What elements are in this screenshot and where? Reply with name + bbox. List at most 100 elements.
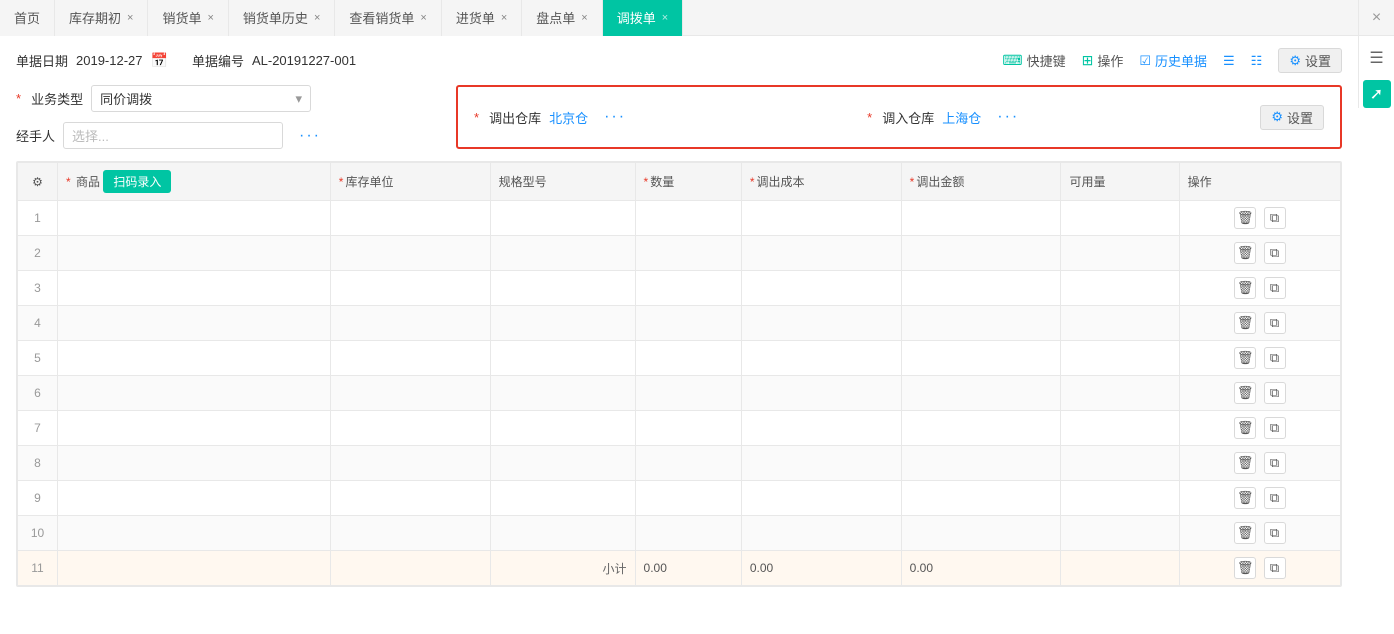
available-cell-10[interactable] [1061, 516, 1179, 551]
close-inventory-init-icon[interactable]: × [127, 12, 133, 24]
delete-row-icon-7[interactable]: 🗑 [1234, 417, 1256, 439]
quantity-cell-6[interactable] [635, 376, 741, 411]
settings-button[interactable]: ⚙ 设置 [1278, 48, 1342, 73]
close-view-sales-icon[interactable]: × [420, 12, 426, 24]
product-cell-6[interactable] [58, 376, 331, 411]
product-cell-3[interactable] [58, 271, 331, 306]
transfer-amount-cell-10[interactable] [901, 516, 1061, 551]
quantity-cell-4[interactable] [635, 306, 741, 341]
product-cell-8[interactable] [58, 446, 331, 481]
transfer-cost-cell-3[interactable] [741, 271, 901, 306]
unit-cell-1[interactable] [330, 201, 490, 236]
copy-row-icon-7[interactable]: ⧉ [1264, 417, 1286, 439]
scan-entry-button[interactable]: 扫码录入 [103, 170, 171, 193]
transfer-out-more-icon[interactable]: ··· [604, 108, 626, 126]
transfer-amount-cell-6[interactable] [901, 376, 1061, 411]
delete-row-icon-10[interactable]: 🗑 [1234, 522, 1256, 544]
delete-row-icon-6[interactable]: 🗑 [1234, 382, 1256, 404]
close-transfer-order-icon[interactable]: × [662, 12, 668, 24]
transfer-cost-cell-6[interactable] [741, 376, 901, 411]
transfer-cost-cell-7[interactable] [741, 411, 901, 446]
close-sales-history-icon[interactable]: × [314, 12, 320, 24]
available-cell-1[interactable] [1061, 201, 1179, 236]
quantity-cell-2[interactable] [635, 236, 741, 271]
available-cell-7[interactable] [1061, 411, 1179, 446]
sidebar-expand-icon[interactable]: ➚ [1363, 80, 1391, 108]
transfer-cost-cell-1[interactable] [741, 201, 901, 236]
transfer-amount-cell-2[interactable] [901, 236, 1061, 271]
spec-cell-2[interactable] [490, 236, 635, 271]
quantity-cell-3[interactable] [635, 271, 741, 306]
tab-transfer-order[interactable]: 调拨单 × [603, 0, 683, 36]
layout-grid-button[interactable]: ☷ [1251, 53, 1263, 69]
spec-cell-1[interactable] [490, 201, 635, 236]
operations-button[interactable]: ⊞ 操作 [1082, 51, 1124, 70]
transfer-amount-cell-9[interactable] [901, 481, 1061, 516]
spec-cell-6[interactable] [490, 376, 635, 411]
delete-row-icon-1[interactable]: 🗑 [1234, 207, 1256, 229]
unit-cell-9[interactable] [330, 481, 490, 516]
quantity-cell-9[interactable] [635, 481, 741, 516]
available-cell-8[interactable] [1061, 446, 1179, 481]
transfer-cost-cell-4[interactable] [741, 306, 901, 341]
copy-row-icon-2[interactable]: ⧉ [1264, 242, 1286, 264]
close-sales-order-icon[interactable]: × [207, 12, 213, 24]
calendar-icon[interactable]: 📅 [151, 52, 168, 69]
person-select[interactable]: 选择... [63, 122, 283, 149]
subtotal-delete-icon[interactable]: 🗑 [1234, 557, 1256, 579]
copy-row-icon-1[interactable]: ⧉ [1264, 207, 1286, 229]
spec-cell-9[interactable] [490, 481, 635, 516]
available-cell-3[interactable] [1061, 271, 1179, 306]
warehouse-settings-button[interactable]: ⚙ 设置 [1260, 105, 1324, 130]
product-cell-4[interactable] [58, 306, 331, 341]
unit-cell-2[interactable] [330, 236, 490, 271]
close-inventory-check-icon[interactable]: × [581, 12, 587, 24]
unit-cell-10[interactable] [330, 516, 490, 551]
spec-cell-8[interactable] [490, 446, 635, 481]
quantity-cell-1[interactable] [635, 201, 741, 236]
person-more-icon[interactable]: ··· [299, 127, 321, 145]
spec-cell-10[interactable] [490, 516, 635, 551]
unit-cell-7[interactable] [330, 411, 490, 446]
product-cell-10[interactable] [58, 516, 331, 551]
quantity-cell-5[interactable] [635, 341, 741, 376]
quantity-cell-8[interactable] [635, 446, 741, 481]
delete-row-icon-4[interactable]: 🗑 [1234, 312, 1256, 334]
transfer-cost-cell-9[interactable] [741, 481, 901, 516]
delete-row-icon-8[interactable]: 🗑 [1234, 452, 1256, 474]
quantity-cell-10[interactable] [635, 516, 741, 551]
tab-inventory-init[interactable]: 库存期初 × [55, 0, 148, 36]
history-button[interactable]: ☑ 历史单据 [1139, 51, 1207, 70]
spec-cell-3[interactable] [490, 271, 635, 306]
tab-sales-order[interactable]: 销货单 × [148, 0, 228, 36]
copy-row-icon-3[interactable]: ⧉ [1264, 277, 1286, 299]
product-cell-5[interactable] [58, 341, 331, 376]
product-cell-7[interactable] [58, 411, 331, 446]
transfer-cost-cell-5[interactable] [741, 341, 901, 376]
tab-sales-history[interactable]: 销货单历史 × [229, 0, 335, 36]
transfer-cost-cell-10[interactable] [741, 516, 901, 551]
product-cell-9[interactable] [58, 481, 331, 516]
delete-row-icon-2[interactable]: 🗑 [1234, 242, 1256, 264]
unit-cell-5[interactable] [330, 341, 490, 376]
copy-row-icon-6[interactable]: ⧉ [1264, 382, 1286, 404]
transfer-cost-cell-2[interactable] [741, 236, 901, 271]
close-purchase-order-icon[interactable]: × [501, 12, 507, 24]
delete-row-icon-5[interactable]: 🗑 [1234, 347, 1256, 369]
delete-row-icon-9[interactable]: 🗑 [1234, 487, 1256, 509]
tab-view-sales[interactable]: 查看销货单 × [335, 0, 441, 36]
available-cell-6[interactable] [1061, 376, 1179, 411]
copy-row-icon-9[interactable]: ⧉ [1264, 487, 1286, 509]
transfer-in-more-icon[interactable]: ··· [997, 108, 1019, 126]
quantity-cell-7[interactable] [635, 411, 741, 446]
unit-cell-8[interactable] [330, 446, 490, 481]
product-cell-1[interactable] [58, 201, 331, 236]
spec-cell-7[interactable] [490, 411, 635, 446]
transfer-amount-cell-8[interactable] [901, 446, 1061, 481]
product-cell-2[interactable] [58, 236, 331, 271]
transfer-amount-cell-3[interactable] [901, 271, 1061, 306]
tab-purchase-order[interactable]: 进货单 × [442, 0, 522, 36]
unit-cell-3[interactable] [330, 271, 490, 306]
copy-row-icon-10[interactable]: ⧉ [1264, 522, 1286, 544]
unit-cell-4[interactable] [330, 306, 490, 341]
